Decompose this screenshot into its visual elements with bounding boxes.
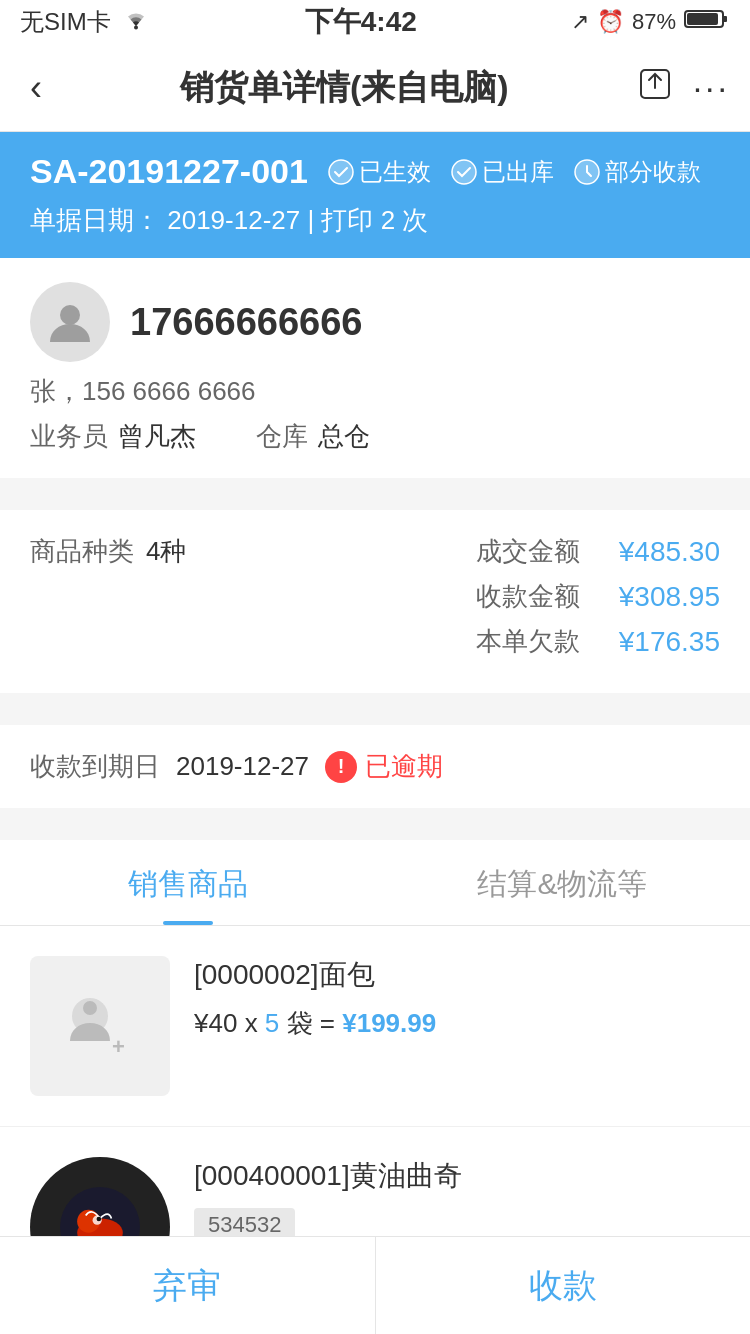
status-time: 下午4:42 (305, 3, 417, 41)
warehouse-info: 仓库 总仓 (256, 419, 370, 454)
status-left: 无SIM卡 (20, 6, 151, 38)
badge-active: 已生效 (328, 156, 431, 188)
battery-text: 87% (632, 9, 676, 35)
alarm-icon: ⏰ (597, 9, 624, 35)
wifi-icon (121, 8, 151, 36)
svg-point-8 (60, 305, 80, 325)
overdue-badge: ! 已逾期 (325, 749, 443, 784)
product-name-1: [0000002]面包 (194, 956, 720, 994)
warehouse-label: 仓库 (256, 419, 308, 454)
table-row: + [0000002]面包 ¥40 x 5 袋 = ¥199.99 (0, 926, 750, 1127)
due-section: 收款到期日 2019-12-27 ! 已逾期 (0, 725, 750, 808)
battery-icon (684, 8, 730, 36)
order-number: SA-20191227-001 (30, 152, 308, 191)
page-title: 销货单详情(来自电脑) (52, 65, 637, 111)
badge-partial-text: 部分收款 (605, 156, 701, 188)
product-image-1: + (30, 956, 170, 1096)
nav-bar: ‹ 销货单详情(来自电脑) ··· (0, 44, 750, 132)
badge-shipped-text: 已出库 (482, 156, 554, 188)
badge-active-text: 已生效 (359, 156, 431, 188)
collected-amount: 收款金额 ¥308.95 (476, 579, 720, 614)
sales-label: 业务员 (30, 419, 108, 454)
signal-text: 无SIM卡 (20, 6, 111, 38)
product-name-2: [000400001]黄油曲奇 (194, 1157, 720, 1195)
svg-point-0 (134, 26, 138, 30)
customer-meta: 业务员 曾凡杰 仓库 总仓 (30, 419, 720, 454)
summary-amounts: 成交金额 ¥485.30 收款金额 ¥308.95 本单欠款 ¥176.35 (476, 534, 720, 669)
warehouse-name: 总仓 (318, 419, 370, 454)
svg-rect-3 (687, 13, 718, 25)
product-kinds: 商品种类 4种 (30, 534, 186, 569)
share-button[interactable] (637, 66, 673, 110)
customer-section: 17666666666 张，156 6666 6666 业务员 曾凡杰 仓库 总… (0, 258, 750, 478)
customer-name: 张，156 6666 6666 (30, 374, 720, 409)
deal-amount: 成交金额 ¥485.30 (476, 534, 720, 569)
nav-right-actions: ··· (637, 66, 730, 110)
more-button[interactable]: ··· (693, 68, 730, 107)
product-price-1: ¥40 x 5 袋 = ¥199.99 (194, 1006, 720, 1041)
overdue-icon: ! (325, 751, 357, 783)
due-date: 2019-12-27 (176, 751, 309, 782)
svg-rect-2 (723, 16, 727, 22)
svg-point-10 (83, 1001, 97, 1015)
reject-button[interactable]: 弃审 (0, 1237, 376, 1334)
svg-point-6 (452, 160, 476, 184)
tab-sales-products[interactable]: 销售商品 (0, 840, 375, 925)
customer-phone: 17666666666 (130, 301, 362, 344)
sales-info: 业务员 曾凡杰 (30, 419, 196, 454)
badge-partial: 部分收款 (574, 156, 701, 188)
customer-avatar (30, 282, 110, 362)
svg-point-16 (97, 1217, 102, 1222)
product-tabs: 销售商品 结算&物流等 (0, 840, 750, 926)
status-bar: 无SIM卡 下午4:42 ↗ ⏰ 87% (0, 0, 750, 44)
product-info-1: [0000002]面包 ¥40 x 5 袋 = ¥199.99 (194, 956, 720, 1096)
svg-point-5 (329, 160, 353, 184)
status-right: ↗ ⏰ 87% (571, 8, 730, 36)
order-header: SA-20191227-001 已生效 已出库 (0, 132, 750, 258)
summary-section: 商品种类 4种 成交金额 ¥485.30 收款金额 ¥308.95 本单欠款 ¥… (0, 510, 750, 693)
due-label: 收款到期日 (30, 749, 160, 784)
debt-amount: 本单欠款 ¥176.35 (476, 624, 720, 659)
svg-text:+: + (112, 1034, 125, 1059)
sales-name: 曾凡杰 (118, 419, 196, 454)
back-button[interactable]: ‹ (20, 57, 52, 119)
collect-button[interactable]: 收款 (376, 1237, 751, 1334)
bottom-bar: 弃审 收款 (0, 1236, 750, 1334)
location-icon: ↗ (571, 9, 589, 35)
badge-shipped: 已出库 (451, 156, 554, 188)
tab-settlement[interactable]: 结算&物流等 (375, 840, 750, 925)
overdue-text: 已逾期 (365, 749, 443, 784)
order-date-line: 单据日期： 2019-12-27 | 打印 2 次 (30, 203, 720, 238)
